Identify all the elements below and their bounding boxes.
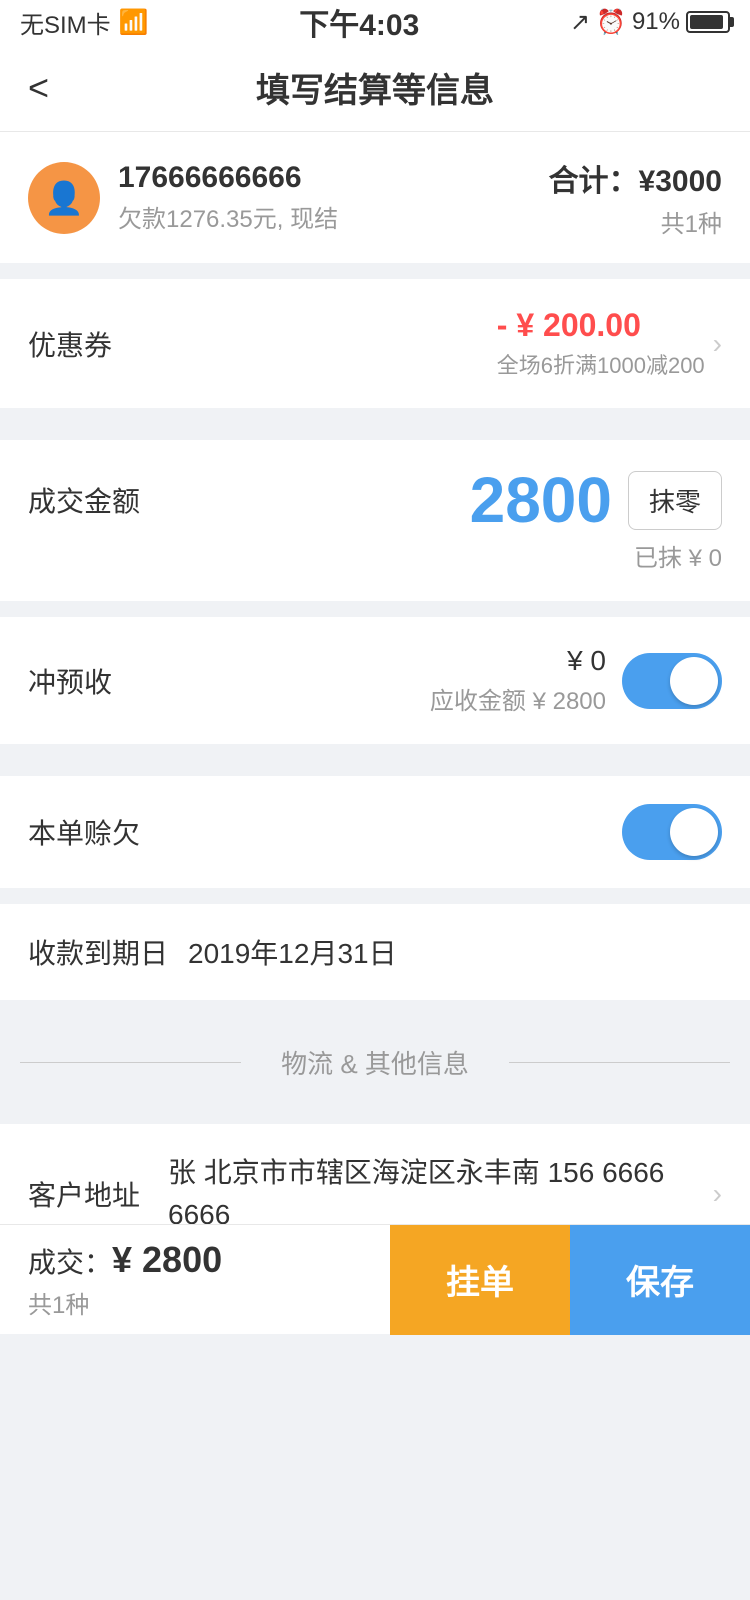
prepaid-label: 冲预收 <box>28 661 112 701</box>
deal-row: 成交金额 2800 抹零 <box>28 468 722 532</box>
status-left: 无SIM卡 📶 <box>20 5 149 40</box>
address-chevron-icon: › <box>713 1178 722 1210</box>
prepaid-row: 冲预收 ¥ 0 应收金额 ¥ 2800 <box>28 645 722 716</box>
prepaid-section: 冲预收 ¥ 0 应收金额 ¥ 2800 <box>0 617 750 744</box>
divider-1 <box>0 424 750 440</box>
debt-toggle-knob <box>670 808 718 856</box>
toggle-knob <box>670 657 718 705</box>
customer-phone: 17666666666 <box>118 161 338 195</box>
battery-label: 91% <box>632 8 680 36</box>
location-icon: ↗ <box>570 8 590 37</box>
prepaid-amount-col: ¥ 0 应收金额 ¥ 2800 <box>430 645 606 716</box>
page-title: 填写结算等信息 <box>256 63 494 112</box>
total-amount: 合计：¥3000 <box>549 156 722 200</box>
customer-total: 合计：¥3000 共1种 <box>549 156 722 239</box>
deal-sub-info: 已抹 ¥ 0 <box>28 538 722 573</box>
prepaid-amount: ¥ 0 <box>430 645 606 677</box>
deal-amount-label: 成交金额 <box>28 480 140 520</box>
customer-info-section: 👤 17666666666 欠款1276.35元, 现结 合计：¥3000 共1… <box>0 132 750 263</box>
duedate-section: 收款到期日 2019年12月31日 <box>0 904 750 1000</box>
address-label: 客户地址 <box>28 1174 140 1214</box>
bottom-summary-sub: 共1种 <box>28 1285 362 1320</box>
prepaid-toggle[interactable] <box>622 653 722 709</box>
customer-sub-info: 欠款1276.35元, 现结 <box>118 199 338 234</box>
bottom-summary: 成交：¥ 2800 共1种 <box>0 1239 390 1320</box>
prepaid-sub-info: 应收金额 ¥ 2800 <box>430 681 606 716</box>
customer-details: 17666666666 欠款1276.35元, 现结 <box>118 161 338 234</box>
customer-left: 👤 17666666666 欠款1276.35元, 现结 <box>28 161 338 234</box>
coupon-right: - ¥ 200.00 全场6折满1000减200 › <box>497 307 722 380</box>
back-button[interactable]: < <box>28 67 49 109</box>
chevron-right-icon: › <box>713 328 722 360</box>
duedate-label: 收款到期日 <box>28 932 168 972</box>
status-time: 下午4:03 <box>299 0 419 44</box>
divider-4 <box>0 1108 750 1124</box>
total-count: 共1种 <box>549 204 722 239</box>
battery-icon <box>686 11 730 33</box>
status-bar: 无SIM卡 📶 下午4:03 ↗ ⏰ 91% <box>0 0 750 44</box>
nav-bar: < 填写结算等信息 <box>0 44 750 132</box>
prepaid-right: ¥ 0 应收金额 ¥ 2800 <box>430 645 722 716</box>
bottom-summary-main: 成交：¥ 2800 <box>28 1239 362 1281</box>
save-button[interactable]: 保存 <box>570 1225 750 1335</box>
logistics-label: 物流 & 其他信息 <box>281 1044 469 1081</box>
round-zero-button[interactable]: 抹零 <box>628 471 722 530</box>
summary-label: 成交： <box>28 1247 112 1278</box>
alarm-icon: ⏰ <box>596 8 626 37</box>
debt-toggle[interactable] <box>622 804 722 860</box>
divider-2 <box>0 760 750 776</box>
deal-amount-value: 2800 <box>470 468 612 532</box>
coupon-label: 优惠券 <box>28 324 112 364</box>
status-right: ↗ ⏰ 91% <box>570 8 730 37</box>
wifi-icon: 📶 <box>119 8 149 37</box>
carrier-label: 无SIM卡 <box>20 5 111 40</box>
pending-button[interactable]: 挂单 <box>390 1225 570 1335</box>
deal-right: 2800 抹零 <box>470 468 722 532</box>
coupon-discount: - ¥ 200.00 <box>497 307 641 343</box>
coupon-section[interactable]: 优惠券 - ¥ 200.00 全场6折满1000减200 › <box>0 279 750 408</box>
divider-line-left <box>20 1062 241 1063</box>
duedate-value: 2019年12月31日 <box>188 932 397 972</box>
avatar: 👤 <box>28 162 100 234</box>
divider-line-right <box>509 1062 730 1063</box>
debt-label: 本单赊欠 <box>28 812 140 852</box>
deal-amount-section: 成交金额 2800 抹零 已抹 ¥ 0 <box>0 440 750 601</box>
summary-amount: ¥ 2800 <box>112 1239 222 1280</box>
battery-fill <box>690 15 723 29</box>
avatar-icon: 👤 <box>44 179 84 217</box>
coupon-description: 全场6折满1000减200 <box>497 348 705 380</box>
main-content: 👤 17666666666 欠款1276.35元, 现结 合计：¥3000 共1… <box>0 132 750 1600</box>
bottom-bar: 成交：¥ 2800 共1种 挂单 保存 <box>0 1224 750 1334</box>
logistics-divider: 物流 & 其他信息 <box>0 1032 750 1092</box>
debt-section: 本单赊欠 <box>0 776 750 888</box>
divider-3 <box>0 1016 750 1032</box>
